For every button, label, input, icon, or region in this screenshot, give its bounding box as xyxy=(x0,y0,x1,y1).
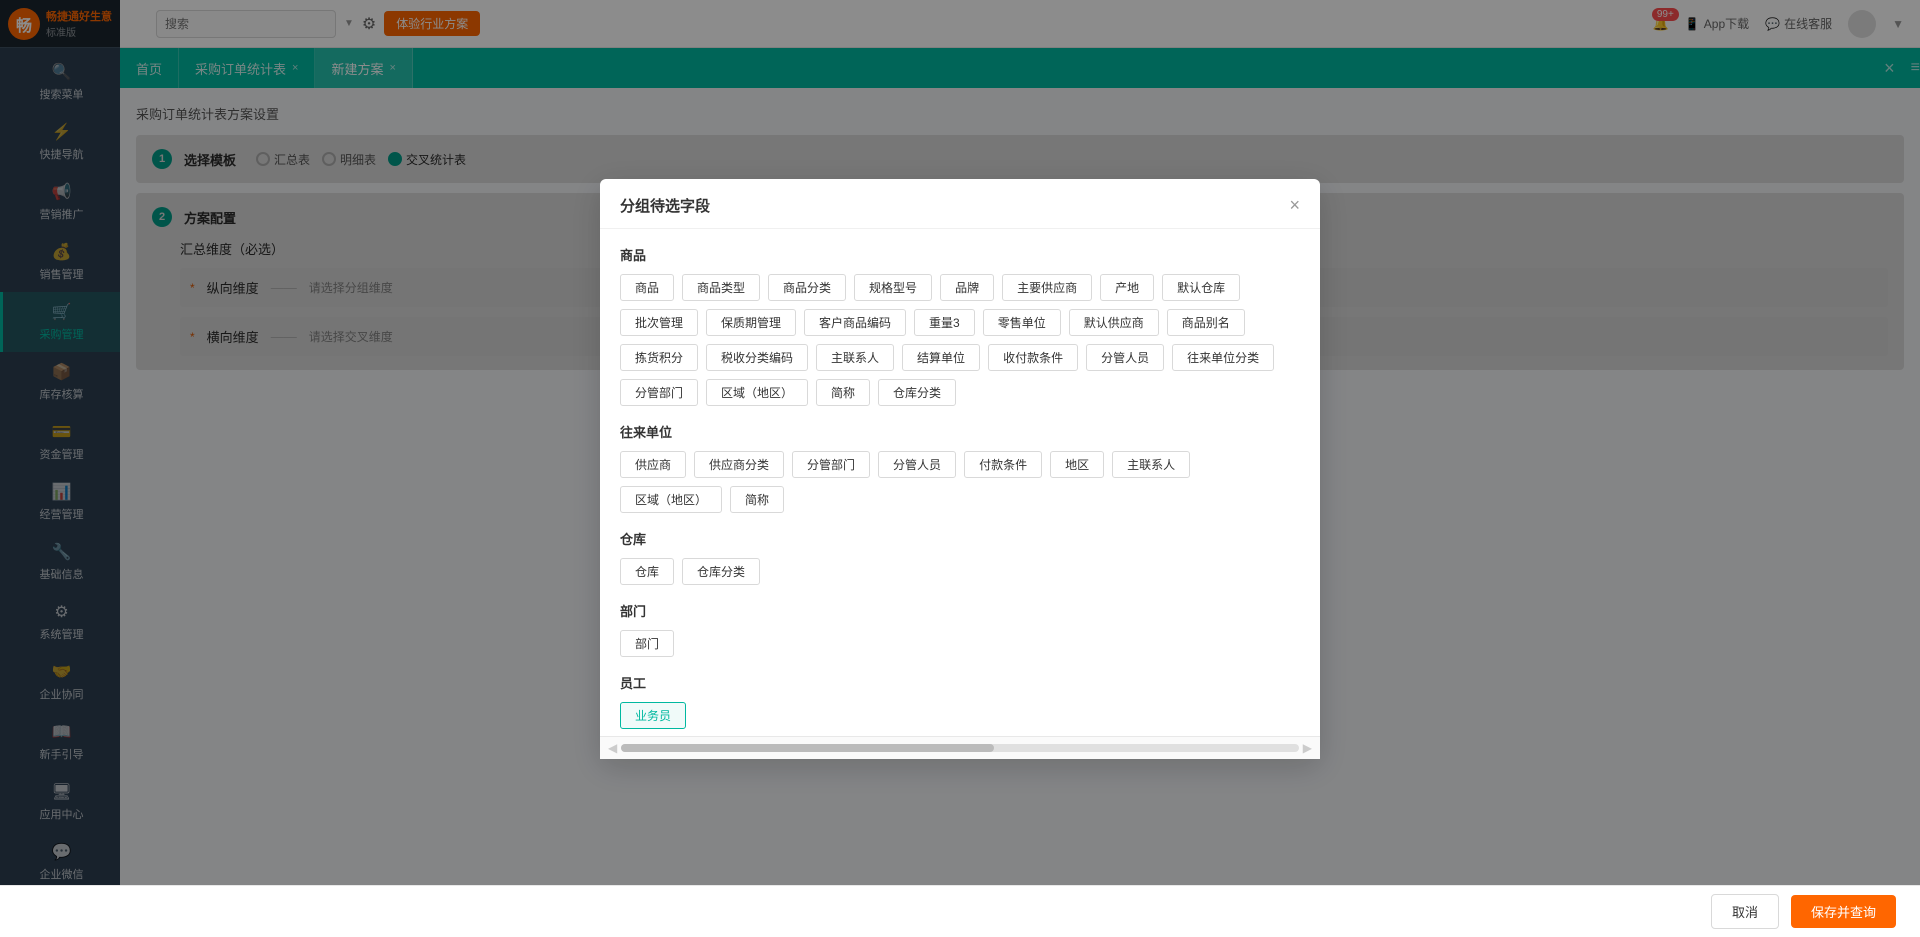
section-warehouse-title: 仓库 xyxy=(620,529,1300,548)
modal-hscroll: ◀ ▶ xyxy=(600,736,1320,759)
modal-overlay: 分组待选字段 × 商品 商品 商品类型 商品分类 规格型号 品牌 主要供应商 产… xyxy=(0,0,1920,937)
field-tag-region[interactable]: 区域（地区） xyxy=(706,379,808,406)
scroll-track xyxy=(621,744,1299,752)
field-tag-brand[interactable]: 品牌 xyxy=(940,274,994,301)
section-partner: 往来单位 供应商 供应商分类 分管部门 分管人员 付款条件 地区 主联系人 区域… xyxy=(620,422,1300,513)
field-tag-goods-alias[interactable]: 商品别名 xyxy=(1167,309,1245,336)
field-tag-partner-supervisor[interactable]: 分管人员 xyxy=(878,451,956,478)
scroll-left-icon[interactable]: ◀ xyxy=(608,741,617,755)
field-tag-goods-type[interactable]: 商品类型 xyxy=(682,274,760,301)
field-tag-supervisor[interactable]: 分管人员 xyxy=(1086,344,1164,371)
field-tag-weight[interactable]: 重量3 xyxy=(914,309,975,336)
section-department-fields: 部门 xyxy=(620,630,1300,657)
section-employee-title: 员工 xyxy=(620,673,1300,692)
field-tag-goods-category[interactable]: 商品分类 xyxy=(768,274,846,301)
field-tag-retail-unit[interactable]: 零售单位 xyxy=(983,309,1061,336)
field-tag-partner-contact[interactable]: 主联系人 xyxy=(1112,451,1190,478)
field-tag-spec[interactable]: 规格型号 xyxy=(854,274,932,301)
section-employee: 员工 业务员 xyxy=(620,673,1300,729)
section-partner-fields: 供应商 供应商分类 分管部门 分管人员 付款条件 地区 主联系人 区域（地区） … xyxy=(620,451,1300,513)
field-select-modal: 分组待选字段 × 商品 商品 商品类型 商品分类 规格型号 品牌 主要供应商 产… xyxy=(600,179,1320,759)
section-partner-title: 往来单位 xyxy=(620,422,1300,441)
field-tag-supplier-cat[interactable]: 供应商分类 xyxy=(694,451,784,478)
field-tag-dept[interactable]: 分管部门 xyxy=(620,379,698,406)
field-tag-payment-cond[interactable]: 付款条件 xyxy=(964,451,1042,478)
section-department: 部门 部门 xyxy=(620,601,1300,657)
field-tag-default-warehouse[interactable]: 默认仓库 xyxy=(1162,274,1240,301)
field-tag-origin[interactable]: 产地 xyxy=(1100,274,1154,301)
section-goods-title: 商品 xyxy=(620,245,1300,264)
action-bar: 取消 保存并查询 xyxy=(0,885,1920,937)
field-tag-goods[interactable]: 商品 xyxy=(620,274,674,301)
modal-close-button[interactable]: × xyxy=(1289,195,1300,216)
field-tag-partner-category[interactable]: 往来单位分类 xyxy=(1172,344,1274,371)
field-tag-pick-score[interactable]: 拣货积分 xyxy=(620,344,698,371)
section-goods: 商品 商品 商品类型 商品分类 规格型号 品牌 主要供应商 产地 默认仓库 批次… xyxy=(620,245,1300,406)
save-and-query-button[interactable]: 保存并查询 xyxy=(1791,895,1896,928)
field-tag-department[interactable]: 部门 xyxy=(620,630,674,657)
scroll-thumb xyxy=(621,744,994,752)
modal-header: 分组待选字段 × xyxy=(600,179,1320,229)
scroll-right-icon[interactable]: ▶ xyxy=(1303,741,1312,755)
section-department-title: 部门 xyxy=(620,601,1300,620)
field-tag-warehouse-category[interactable]: 仓库分类 xyxy=(682,558,760,585)
field-tag-shelf-life[interactable]: 保质期管理 xyxy=(706,309,796,336)
section-employee-fields: 业务员 xyxy=(620,702,1300,729)
field-tag-warehouse-cat[interactable]: 仓库分类 xyxy=(878,379,956,406)
field-tag-partner-short[interactable]: 简称 xyxy=(730,486,784,513)
field-tag-salesperson[interactable]: 业务员 xyxy=(620,702,686,729)
modal-title: 分组待选字段 xyxy=(620,195,710,216)
field-tag-main-contact[interactable]: 主联系人 xyxy=(816,344,894,371)
field-tag-area[interactable]: 地区 xyxy=(1050,451,1104,478)
field-tag-default-supplier[interactable]: 默认供应商 xyxy=(1069,309,1159,336)
field-tag-supplier[interactable]: 供应商 xyxy=(620,451,686,478)
field-tag-partner-dept[interactable]: 分管部门 xyxy=(792,451,870,478)
field-tag-payment-terms[interactable]: 收付款条件 xyxy=(988,344,1078,371)
section-goods-fields: 商品 商品类型 商品分类 规格型号 品牌 主要供应商 产地 默认仓库 批次管理 … xyxy=(620,274,1300,406)
section-warehouse: 仓库 仓库 仓库分类 xyxy=(620,529,1300,585)
field-tag-settle-unit[interactable]: 结算单位 xyxy=(902,344,980,371)
field-tag-warehouse[interactable]: 仓库 xyxy=(620,558,674,585)
field-tag-partner-region[interactable]: 区域（地区） xyxy=(620,486,722,513)
section-warehouse-fields: 仓库 仓库分类 xyxy=(620,558,1300,585)
field-tag-batch[interactable]: 批次管理 xyxy=(620,309,698,336)
field-tag-main-supplier[interactable]: 主要供应商 xyxy=(1002,274,1092,301)
field-tag-short-name[interactable]: 简称 xyxy=(816,379,870,406)
modal-body: 商品 商品 商品类型 商品分类 规格型号 品牌 主要供应商 产地 默认仓库 批次… xyxy=(600,229,1320,736)
cancel-button[interactable]: 取消 xyxy=(1711,894,1779,929)
field-tag-tax-code[interactable]: 税收分类编码 xyxy=(706,344,808,371)
field-tag-customer-code[interactable]: 客户商品编码 xyxy=(804,309,906,336)
